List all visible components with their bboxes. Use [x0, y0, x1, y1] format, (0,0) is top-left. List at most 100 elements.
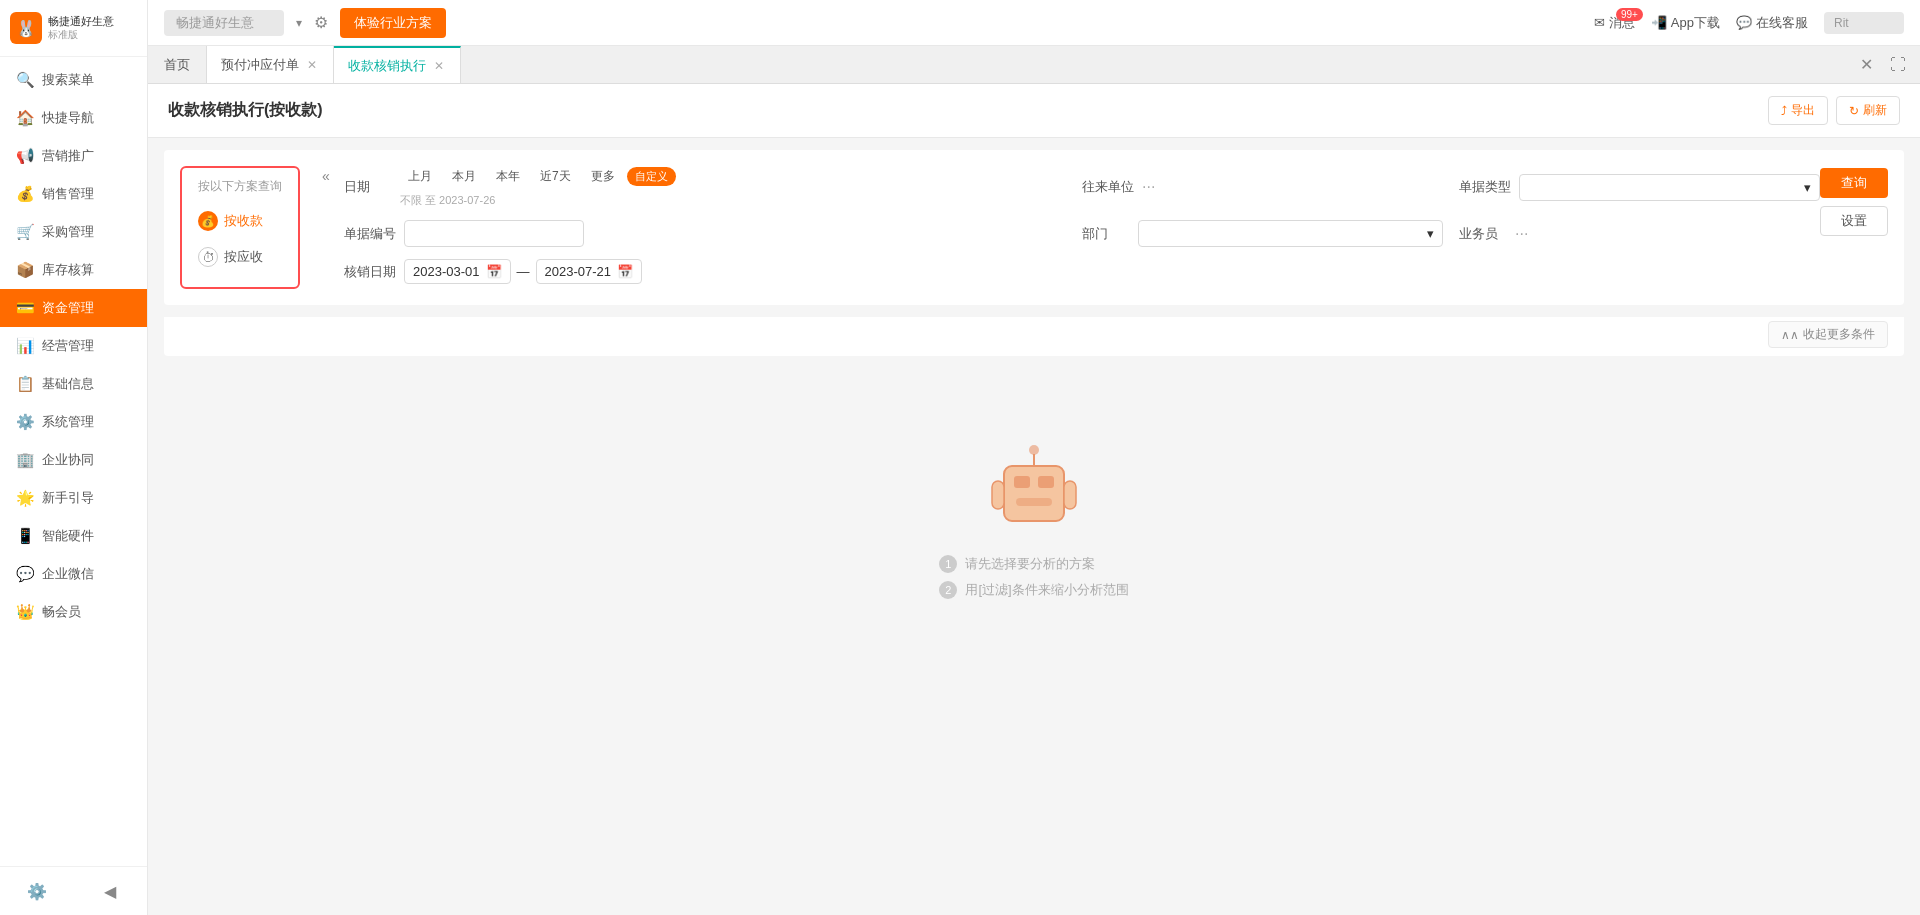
filter-collapse-toggle[interactable]: «: [316, 166, 336, 289]
sidebar-label-system: 系统管理: [42, 413, 94, 431]
sidebar-label-guide: 新手引导: [42, 489, 94, 507]
finance-icon: 💳: [16, 299, 34, 317]
sidebar-item-marketing[interactable]: 📢 营销推广: [0, 137, 147, 175]
sidebar-item-biz[interactable]: 📊 经营管理: [0, 327, 147, 365]
basic-info-icon: 📋: [16, 375, 34, 393]
export-btn[interactable]: ⤴ 导出: [1768, 96, 1828, 125]
tabbar: 首页 预付冲应付单 ✕ 收款核销执行 ✕ ✕ ⛶: [148, 46, 1920, 84]
smart-hw-icon: 📱: [16, 527, 34, 545]
sidebar: 🐰 畅捷通好生意 标准版 🔍 搜索菜单 🏠 快捷导航 📢 营销推广 💰 销售管理…: [0, 0, 148, 915]
logo-text-block: 畅捷通好生意 标准版: [48, 14, 114, 42]
topbar-right: ✉ 消息 99+ 📲 App下载 💬 在线客服 Rit: [1594, 12, 1904, 34]
verify-date-end-value: 2023-07-21: [545, 264, 612, 279]
sidebar-label-wechat: 企业微信: [42, 565, 94, 583]
page-title: 收款核销执行(按收款): [168, 100, 323, 133]
filter-method-sidebar: 按以下方案查询 💰 按收款 ⏱ 按应收: [180, 166, 300, 289]
date-filter-row: 日期 上月 本月 本年 近7天 更多 自定义 不限 至: [344, 166, 1066, 208]
sidebar-item-finance[interactable]: 💳 资金管理: [0, 289, 147, 327]
tab-receipt-offset[interactable]: 收款核销执行 ✕: [334, 46, 461, 83]
tab-home[interactable]: 首页: [148, 46, 207, 83]
sidebar-item-wechat[interactable]: 💬 企业微信: [0, 555, 147, 593]
verify-date-start-value: 2023-03-01: [413, 264, 480, 279]
counterparty-dots-icon[interactable]: ···: [1142, 178, 1155, 196]
dept-select[interactable]: ▾: [1138, 220, 1443, 247]
topbar-settings-icon[interactable]: ⚙: [314, 13, 328, 32]
tip-num-1: 1: [939, 555, 957, 573]
topbar-brand: 畅捷通好生意: [164, 10, 284, 36]
tabbar-close-btn[interactable]: ✕: [1852, 51, 1880, 79]
verify-date-start-input[interactable]: 2023-03-01 📅: [404, 259, 511, 284]
filter-settings-btn[interactable]: 设置: [1820, 206, 1888, 236]
sidebar-item-inventory[interactable]: 📦 库存核算: [0, 251, 147, 289]
sidebar-label-member: 畅会员: [42, 603, 81, 621]
svg-rect-3: [1016, 498, 1052, 506]
tip-text-2: 用[过滤]条件来缩小分析范围: [965, 581, 1128, 599]
doc-type-filter-row: 单据类型 ▾: [1459, 174, 1820, 201]
date-tab-this-month[interactable]: 本月: [444, 166, 484, 187]
dept-chevron-icon: ▾: [1427, 226, 1434, 241]
collapse-more-icon: ∧∧: [1781, 328, 1799, 342]
app-label: App下载: [1671, 14, 1720, 32]
dept-filter-row: 部门 ▾: [1082, 220, 1443, 247]
tab-prepay-label: 预付冲应付单: [221, 56, 299, 74]
sidebar-item-quick-nav[interactable]: 🏠 快捷导航: [0, 99, 147, 137]
date-tab-this-year[interactable]: 本年: [488, 166, 528, 187]
message-icon: ✉: [1594, 15, 1605, 30]
filter-option-by-receipt[interactable]: 💰 按收款: [190, 205, 290, 237]
empty-tip-2: 2 用[过滤]条件来缩小分析范围: [939, 581, 1128, 599]
doc-num-input[interactable]: [404, 220, 584, 247]
topbar-chevron-icon[interactable]: ▾: [296, 16, 302, 30]
collapse-more-btn[interactable]: ∧∧ 收起更多条件: [1768, 321, 1888, 348]
by-receipt-icon: 💰: [198, 211, 218, 231]
svg-rect-6: [992, 481, 1004, 509]
counterparty-filter-row: 往来单位 ···: [1082, 178, 1443, 196]
tab-prepay-close-icon[interactable]: ✕: [305, 56, 319, 74]
sidebar-item-enterprise[interactable]: 🏢 企业协同: [0, 441, 147, 479]
staff-filter-row: 业务员 ···: [1459, 225, 1820, 243]
calendar-start-icon: 📅: [486, 264, 502, 279]
sidebar-collapse-btn[interactable]: ◀: [94, 875, 126, 907]
date-tab-last-month[interactable]: 上月: [400, 166, 440, 187]
date-tab-more[interactable]: 更多: [583, 166, 623, 187]
filter-panel: 按以下方案查询 💰 按收款 ⏱ 按应收 «: [164, 150, 1904, 305]
sidebar-item-sales[interactable]: 💰 销售管理: [0, 175, 147, 213]
sidebar-label-basic-info: 基础信息: [42, 375, 94, 393]
filter-option-by-receivable[interactable]: ⏱ 按应收: [190, 241, 290, 273]
sidebar-item-purchase[interactable]: 🛒 采购管理: [0, 213, 147, 251]
sidebar-item-basic-info[interactable]: 📋 基础信息: [0, 365, 147, 403]
sidebar-bottom: ⚙️ ◀: [0, 866, 147, 915]
page-container: 收款核销执行(按收款) ⤴ 导出 ↻ 刷新 按以下方案查询: [148, 84, 1920, 915]
solution-btn[interactable]: 体验行业方案: [340, 8, 446, 38]
sidebar-settings-btn[interactable]: ⚙️: [21, 875, 53, 907]
sidebar-item-smart-hw[interactable]: 📱 智能硬件: [0, 517, 147, 555]
sidebar-item-search-menu[interactable]: 🔍 搜索菜单: [0, 61, 147, 99]
sidebar-item-guide[interactable]: 🌟 新手引导: [0, 479, 147, 517]
verify-date-end-input[interactable]: 2023-07-21 📅: [536, 259, 643, 284]
topbar-msg-btn[interactable]: ✉ 消息 99+: [1594, 14, 1635, 32]
topbar-service-btn[interactable]: 💬 在线客服: [1736, 14, 1808, 32]
sidebar-label-sales: 销售管理: [42, 185, 94, 203]
date-label: 日期: [344, 178, 392, 196]
query-btn[interactable]: 查询: [1820, 168, 1888, 198]
empty-tips: 1 请先选择要分析的方案 2 用[过滤]条件来缩小分析范围: [939, 555, 1128, 599]
staff-dots-icon[interactable]: ···: [1515, 225, 1528, 243]
topbar-app-btn[interactable]: 📲 App下载: [1651, 14, 1720, 32]
tab-receipt-close-icon[interactable]: ✕: [432, 57, 446, 75]
svg-rect-2: [1038, 476, 1054, 488]
refresh-btn[interactable]: ↻ 刷新: [1836, 96, 1900, 125]
service-label: 在线客服: [1756, 14, 1808, 32]
sidebar-item-member[interactable]: 👑 畅会员: [0, 593, 147, 631]
by-receivable-label: 按应收: [224, 248, 263, 266]
sales-icon: 💰: [16, 185, 34, 203]
member-icon: 👑: [16, 603, 34, 621]
collapse-chevron-icon: «: [322, 168, 330, 184]
filter-actions: 查询 设置: [1820, 166, 1888, 289]
date-custom-badge[interactable]: 自定义: [627, 167, 676, 186]
tabbar-expand-btn[interactable]: ⛶: [1884, 51, 1912, 79]
purchase-icon: 🛒: [16, 223, 34, 241]
app-download-icon: 📲: [1651, 15, 1667, 30]
sidebar-item-system[interactable]: ⚙️ 系统管理: [0, 403, 147, 441]
tab-prepay-offset[interactable]: 预付冲应付单 ✕: [207, 46, 334, 83]
date-tab-7days[interactable]: 近7天: [532, 166, 579, 187]
doc-type-select[interactable]: ▾: [1519, 174, 1820, 201]
